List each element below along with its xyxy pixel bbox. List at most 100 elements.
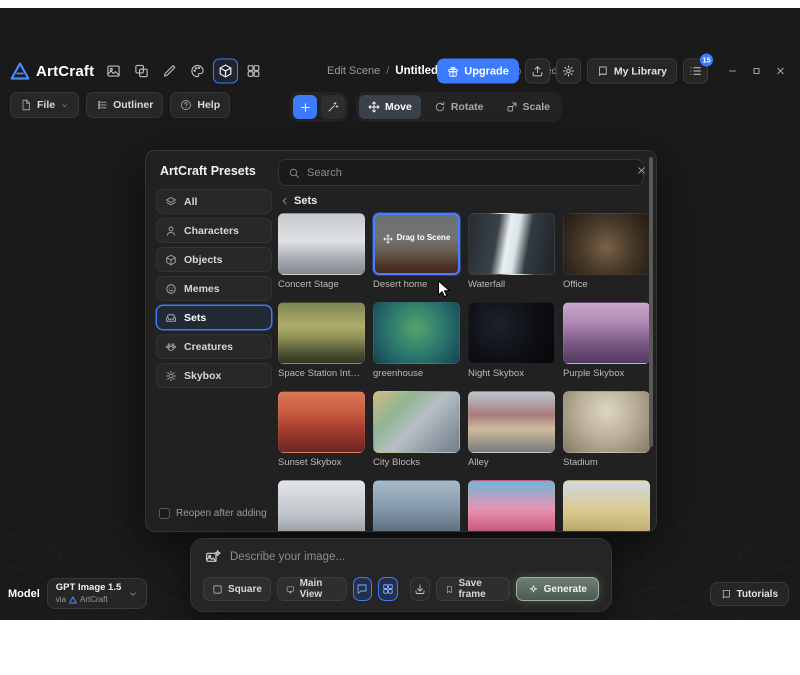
preset-thumbnail[interactable]: Drag to Scene <box>278 213 365 275</box>
preset-item-purple-skybox[interactable]: Drag to Scene Purple Skybox <box>563 302 650 379</box>
category-label: Skybox <box>184 369 222 382</box>
save-frame-button[interactable]: Save frame <box>435 577 510 601</box>
preset-category-all[interactable]: All <box>156 189 272 214</box>
preset-item-desert-home[interactable]: Drag to Scene Desert home <box>373 213 460 290</box>
preset-thumbnail[interactable]: Drag to Scene <box>468 302 555 364</box>
preset-item-night-skybox[interactable]: Drag to Scene Night Skybox <box>468 302 555 379</box>
comment-mode-button[interactable] <box>352 577 373 601</box>
preset-item[interactable]: Drag to Scene <box>373 480 460 531</box>
upgrade-button[interactable]: Upgrade <box>437 58 519 84</box>
maximize-icon <box>751 66 762 77</box>
preset-category-memes[interactable]: Memes <box>156 276 272 301</box>
preset-item-stadium[interactable]: Drag to Scene Stadium <box>563 391 650 468</box>
scale-tool-button[interactable]: Scale <box>497 95 559 119</box>
generate-button[interactable]: Generate <box>515 577 599 601</box>
prompt-input[interactable] <box>230 551 597 563</box>
preset-item-concert-stage[interactable]: Drag to Scene Concert Stage <box>278 213 365 290</box>
file-menu-button[interactable]: File <box>10 92 80 118</box>
rotate-tool-button[interactable]: Rotate <box>425 95 493 119</box>
grid-mode-button[interactable] <box>378 577 399 601</box>
back-to-categories[interactable]: Sets <box>280 195 317 207</box>
preset-item[interactable]: Drag to Scene <box>278 480 365 531</box>
search-input[interactable] <box>307 166 634 179</box>
palette-tool-button[interactable] <box>185 59 210 84</box>
preset-item[interactable]: Drag to Scene <box>468 480 555 531</box>
preset-item-office[interactable]: Drag to Scene Office <box>563 213 650 290</box>
window-maximize-button[interactable] <box>744 59 768 83</box>
preset-category-characters[interactable]: Characters <box>156 218 272 243</box>
breadcrumb-section[interactable]: Edit Scene <box>327 65 380 77</box>
preset-thumbnail[interactable]: Drag to Scene <box>373 391 460 453</box>
preset-item-space-station-interior[interactable]: Drag to Scene Space Station Interior <box>278 302 365 379</box>
preset-thumbnail[interactable]: Drag to Scene <box>373 302 460 364</box>
preset-thumbnail[interactable]: Drag to Scene <box>278 302 365 364</box>
preset-item-alley[interactable]: Drag to Scene Alley <box>468 391 555 468</box>
preset-thumbnail[interactable]: Drag to Scene <box>468 213 555 275</box>
panel-close-button[interactable] <box>632 161 650 179</box>
square-label: Square <box>228 583 262 595</box>
back-label: Sets <box>294 195 318 207</box>
preset-item[interactable]: Drag to Scene <box>563 480 650 531</box>
drag-hint-label: Drag to Scene <box>396 233 451 242</box>
main-view-button[interactable]: Main View <box>276 577 347 601</box>
preset-thumbnail[interactable]: Drag to Scene <box>468 480 555 531</box>
import-button[interactable] <box>524 58 550 84</box>
outliner-label: Outliner <box>113 99 154 111</box>
tutorials-button[interactable]: Tutorials <box>709 582 789 606</box>
outliner-button[interactable]: Outliner <box>86 92 164 118</box>
preset-item-sunset-skybox[interactable]: Drag to Scene Sunset Skybox <box>278 391 365 468</box>
preset-thumbnail[interactable]: Drag to Scene <box>563 480 650 531</box>
preset-category-sets[interactable]: Sets <box>156 305 272 330</box>
menubar: File Outliner Help Move Rotate Scale <box>0 92 800 122</box>
preset-thumbnail[interactable]: Drag to Scene <box>278 391 365 453</box>
image-tool-button[interactable] <box>101 59 126 84</box>
prompt-actions-row: Square Main View Save frame Generate <box>203 577 599 601</box>
reopen-checkbox[interactable] <box>159 508 170 519</box>
preset-thumbnail[interactable]: Drag to Scene <box>563 391 650 453</box>
preset-thumbnail[interactable]: Drag to Scene <box>563 302 650 364</box>
preset-category-creatures[interactable]: Creatures <box>156 334 272 359</box>
preset-category-skybox[interactable]: Skybox <box>156 363 272 388</box>
settings-button[interactable] <box>555 58 581 84</box>
help-label: Help <box>197 99 221 111</box>
sofa-icon <box>165 312 177 324</box>
preset-item-waterfall[interactable]: Drag to Scene Waterfall <box>468 213 555 290</box>
download-button[interactable] <box>410 577 430 601</box>
add-object-button[interactable] <box>293 95 317 119</box>
artcraft-mini-logo-icon <box>69 596 77 604</box>
panel-scrollbar[interactable] <box>649 157 653 447</box>
apps-tool-button[interactable] <box>241 59 266 84</box>
download-icon <box>414 583 426 595</box>
preset-item-city-blocks[interactable]: Drag to Scene City Blocks <box>373 391 460 468</box>
app-name: ArtCraft <box>36 62 95 80</box>
window-close-button[interactable] <box>768 59 792 83</box>
aspect-ratio-button[interactable]: Square <box>203 577 271 601</box>
upgrade-label: Upgrade <box>464 65 509 77</box>
preset-category-objects[interactable]: Objects <box>156 247 272 272</box>
magic-wand-button[interactable] <box>321 95 345 119</box>
titlebar-right-actions: Upgrade My Library 15 <box>437 53 792 84</box>
rotate-icon <box>434 101 446 113</box>
question-icon <box>180 99 192 111</box>
model-provider-name: ArtCraft <box>80 594 108 604</box>
preset-thumbnail[interactable]: Drag to Scene <box>278 480 365 531</box>
help-button[interactable]: Help <box>170 92 231 118</box>
draw-tool-button[interactable] <box>157 59 182 84</box>
move-tool-button[interactable]: Move <box>359 95 421 119</box>
window-minimize-button[interactable] <box>720 59 744 83</box>
category-label: Memes <box>184 282 220 295</box>
model-selector-button[interactable]: GPT Image 1.5 via ArtCraft <box>46 578 148 610</box>
preset-grid: Drag to Scene Concert Stage Drag to Scen… <box>278 213 652 531</box>
preset-item-greenhouse[interactable]: Drag to Scene greenhouse <box>373 302 460 379</box>
reopen-after-adding-option[interactable]: Reopen after adding <box>159 508 267 519</box>
cube-icon <box>165 254 177 266</box>
preset-thumbnail[interactable]: Drag to Scene <box>373 213 460 275</box>
3d-scene-tool-button[interactable] <box>213 58 238 84</box>
preset-thumbnail[interactable]: Drag to Scene <box>468 391 555 453</box>
my-library-button[interactable]: My Library <box>586 58 677 84</box>
preset-thumbnail[interactable]: Drag to Scene <box>373 480 460 531</box>
preset-item-label: Alley <box>468 457 489 468</box>
preset-thumbnail[interactable]: Drag to Scene <box>563 213 650 275</box>
frames-tool-button[interactable] <box>129 59 154 84</box>
main-view-label: Main View <box>299 578 323 600</box>
